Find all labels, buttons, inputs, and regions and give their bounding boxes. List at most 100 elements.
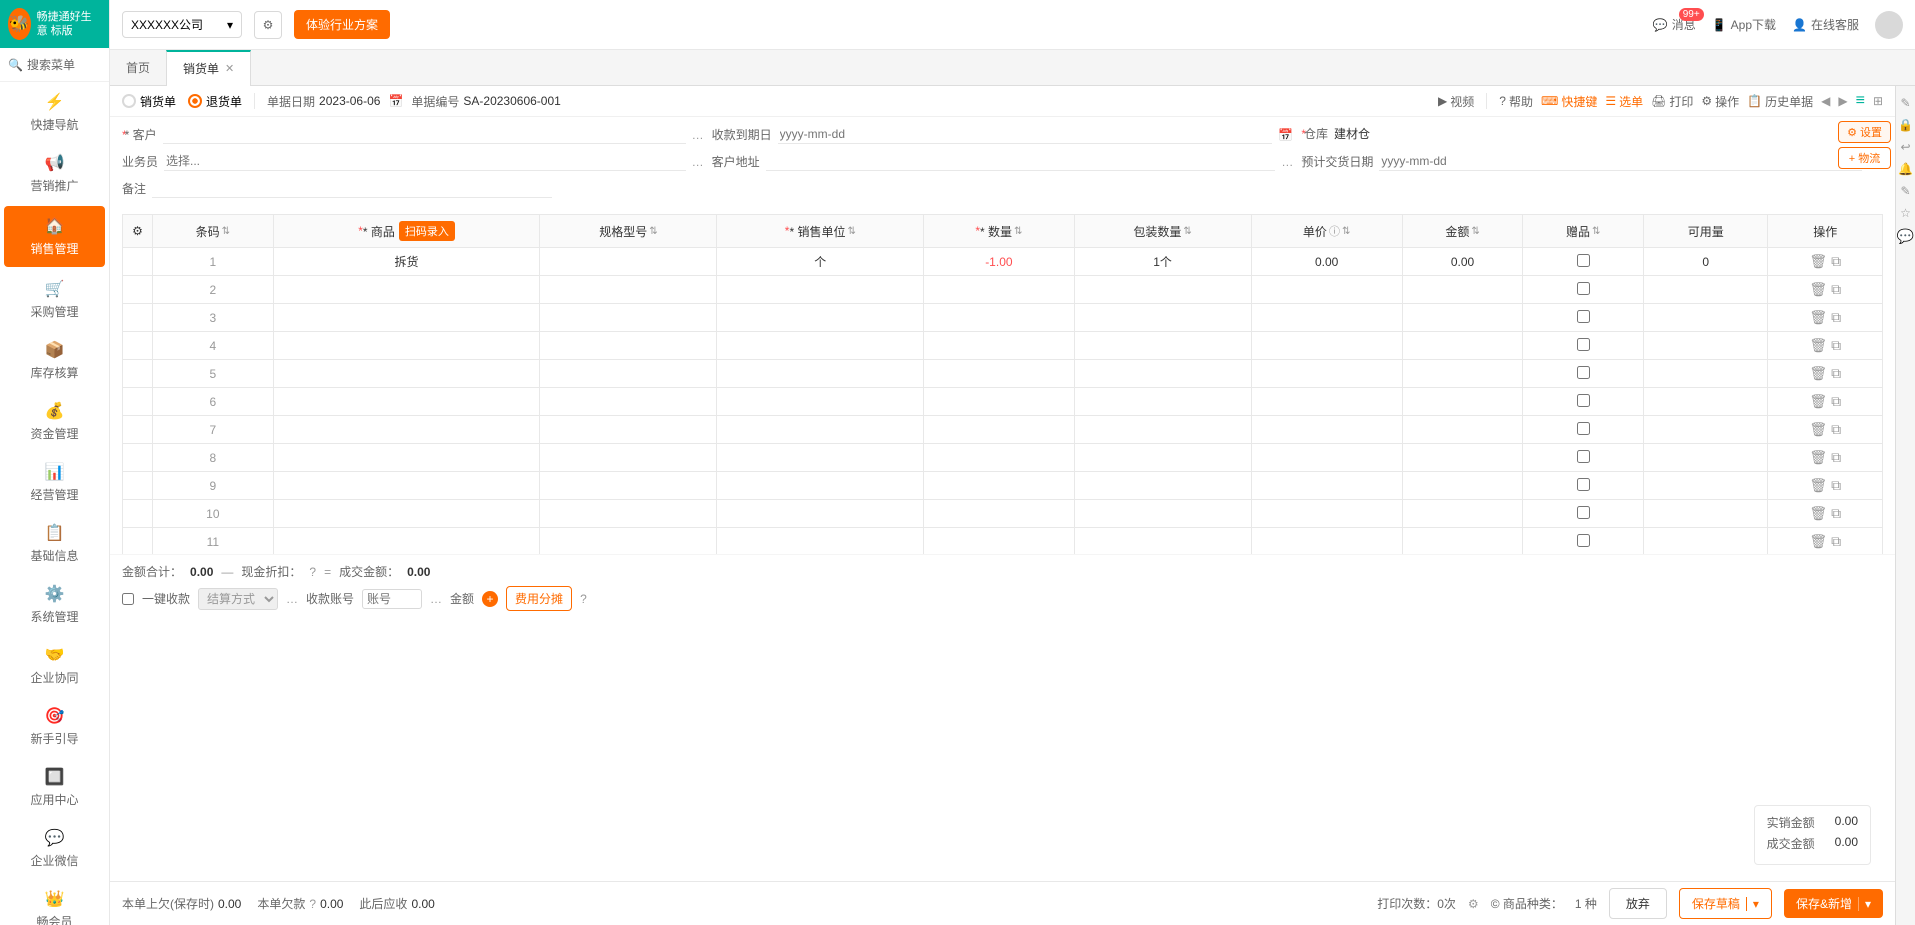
copy-btn[interactable]: ⧉ — [1831, 253, 1841, 269]
sort-spec-icon[interactable]: ⇅ — [649, 226, 657, 237]
payment-dots-btn[interactable]: … — [286, 592, 298, 606]
operation-btn[interactable]: ⚙ 操作 — [1701, 93, 1739, 110]
help-btn[interactable]: ? 帮助 — [1499, 93, 1533, 110]
cell-qty-9[interactable] — [924, 500, 1074, 528]
user-avatar[interactable] — [1875, 11, 1903, 39]
cell-qty-7[interactable] — [924, 444, 1074, 472]
cell-spec-7[interactable] — [540, 444, 717, 472]
copy-btn[interactable]: ⧉ — [1831, 449, 1841, 465]
account-dots-btn[interactable]: … — [430, 592, 442, 606]
address-dots-btn[interactable]: … — [1281, 155, 1293, 169]
save-new-btn[interactable]: 保存&新增 ▾ — [1784, 889, 1883, 918]
sort-barcode-icon[interactable]: ⇅ — [222, 226, 230, 237]
cell-qty-8[interactable] — [924, 472, 1074, 500]
copy-btn[interactable]: ⧉ — [1831, 337, 1841, 353]
setup-btn[interactable]: ⚙ 设置 — [1838, 121, 1891, 143]
right-icon-2[interactable]: 🔒 — [1898, 118, 1913, 132]
list-view-btn[interactable]: ≡ — [1856, 92, 1865, 110]
payment-date-input[interactable] — [778, 125, 1273, 144]
message-btn[interactable]: 💬 消息 99+ — [1653, 16, 1696, 33]
account-input[interactable] — [362, 589, 422, 609]
discard-btn[interactable]: 放弃 — [1609, 888, 1667, 919]
cell-price-9[interactable] — [1251, 500, 1402, 528]
settings-gear-btn[interactable]: ⚙ — [254, 11, 282, 39]
cell-product-8[interactable] — [273, 472, 540, 500]
sidebar-item-system[interactable]: ⚙️ 系统管理 — [0, 574, 109, 635]
sidebar-item-guide[interactable]: 🎯 新手引导 — [0, 696, 109, 757]
cell-product-1[interactable] — [273, 276, 540, 304]
delete-btn[interactable]: 🗑 — [1809, 421, 1827, 437]
sidebar-item-apps[interactable]: 🔲 应用中心 — [0, 757, 109, 818]
cell-price-10[interactable] — [1251, 528, 1402, 555]
tab-sales-order[interactable]: 销货单 ✕ — [166, 50, 251, 86]
cell-gift-7[interactable] — [1523, 444, 1644, 472]
sidebar-item-enterprise[interactable]: 🤝 企业协同 — [0, 635, 109, 696]
cell-product-7[interactable] — [273, 444, 540, 472]
sidebar-item-wechat[interactable]: 💬 企业微信 — [0, 818, 109, 879]
cell-gift-1[interactable] — [1523, 276, 1644, 304]
delete-btn[interactable]: 🗑 — [1809, 393, 1827, 409]
customer-dots-btn[interactable]: … — [692, 128, 704, 142]
calendar-icon[interactable]: 📅 — [388, 94, 403, 108]
cell-product-2[interactable] — [273, 304, 540, 332]
sidebar-item-search[interactable]: 🔍 搜索菜单 — [0, 48, 109, 82]
copy-btn[interactable]: ⧉ — [1831, 393, 1841, 409]
customer-address-input[interactable] — [766, 152, 1276, 171]
grid-view-btn[interactable]: ⊞ — [1873, 94, 1883, 108]
cell-spec-9[interactable] — [540, 500, 717, 528]
cell-qty-6[interactable] — [924, 416, 1074, 444]
company-selector[interactable]: XXXXXX公司 ▾ — [122, 11, 242, 38]
sidebar-item-quick[interactable]: ⚡ 快捷导航 — [0, 82, 109, 143]
cell-price-8[interactable] — [1251, 472, 1402, 500]
logistics-btn[interactable]: + 物流 — [1838, 147, 1891, 169]
sidebar-item-basic[interactable]: 📋 基础信息 — [0, 513, 109, 574]
one-click-checkbox[interactable] — [122, 593, 134, 605]
cell-spec-0[interactable] — [540, 248, 717, 276]
delete-btn[interactable]: 🗑 — [1809, 281, 1827, 297]
select-btn[interactable]: ☰ 选单 — [1605, 93, 1643, 110]
sort-amount-icon[interactable]: ⇅ — [1471, 226, 1479, 237]
right-icon-4[interactable]: 🔔 — [1898, 162, 1913, 176]
save-new-chevron[interactable]: ▾ — [1858, 897, 1871, 911]
copy-btn[interactable]: ⧉ — [1831, 281, 1841, 297]
right-icon-1[interactable]: ✎ — [1900, 96, 1910, 110]
cell-spec-1[interactable] — [540, 276, 717, 304]
sort-gift-icon[interactable]: ⇅ — [1592, 226, 1600, 237]
right-icon-5[interactable]: ✎ — [1900, 184, 1910, 198]
cell-gift-10[interactable] — [1523, 528, 1644, 555]
cell-gift-6[interactable] — [1523, 416, 1644, 444]
cell-product-3[interactable] — [273, 332, 540, 360]
cell-price-6[interactable] — [1251, 416, 1402, 444]
cell-product-0[interactable]: 拆货 — [273, 248, 540, 276]
save-draft-chevron[interactable]: ▾ — [1746, 897, 1759, 911]
expense-help-icon[interactable]: ? — [580, 592, 587, 606]
tab-home[interactable]: 首页 — [110, 50, 166, 86]
cell-price-4[interactable] — [1251, 360, 1402, 388]
delete-btn[interactable]: 🗑 — [1809, 477, 1827, 493]
sidebar-item-inventory[interactable]: 📦 库存核算 — [0, 330, 109, 391]
cell-qty-5[interactable] — [924, 388, 1074, 416]
sort-price-icon[interactable]: ⇅ — [1342, 226, 1350, 237]
cell-gift-3[interactable] — [1523, 332, 1644, 360]
notes-input[interactable] — [152, 179, 552, 198]
print-settings-icon[interactable]: ⚙ — [1468, 897, 1479, 911]
radio-sales[interactable]: 销货单 — [122, 93, 176, 110]
copy-btn[interactable]: ⧉ — [1831, 505, 1841, 521]
cell-product-4[interactable] — [273, 360, 540, 388]
online-service-btn[interactable]: 👤 在线客服 — [1792, 16, 1859, 33]
cell-spec-3[interactable] — [540, 332, 717, 360]
radio-return[interactable]: 退货单 — [188, 93, 242, 110]
cell-gift-5[interactable] — [1523, 388, 1644, 416]
sort-qty-icon[interactable]: ⇅ — [1014, 226, 1022, 237]
shortcut-btn[interactable]: ⌨ 快捷键 — [1541, 93, 1597, 110]
delete-btn[interactable]: 🗑 — [1809, 365, 1827, 381]
delete-btn[interactable]: 🗑 — [1809, 337, 1827, 353]
cell-qty-10[interactable] — [924, 528, 1074, 555]
copy-btn[interactable]: ⧉ — [1831, 533, 1841, 549]
salesperson-dots-btn[interactable]: … — [692, 155, 704, 169]
cell-qty-2[interactable] — [924, 304, 1074, 332]
delete-btn[interactable]: 🗑 — [1809, 449, 1827, 465]
sort-unit-icon[interactable]: ⇅ — [847, 226, 855, 237]
cell-product-6[interactable] — [273, 416, 540, 444]
copy-btn[interactable]: ⧉ — [1831, 365, 1841, 381]
